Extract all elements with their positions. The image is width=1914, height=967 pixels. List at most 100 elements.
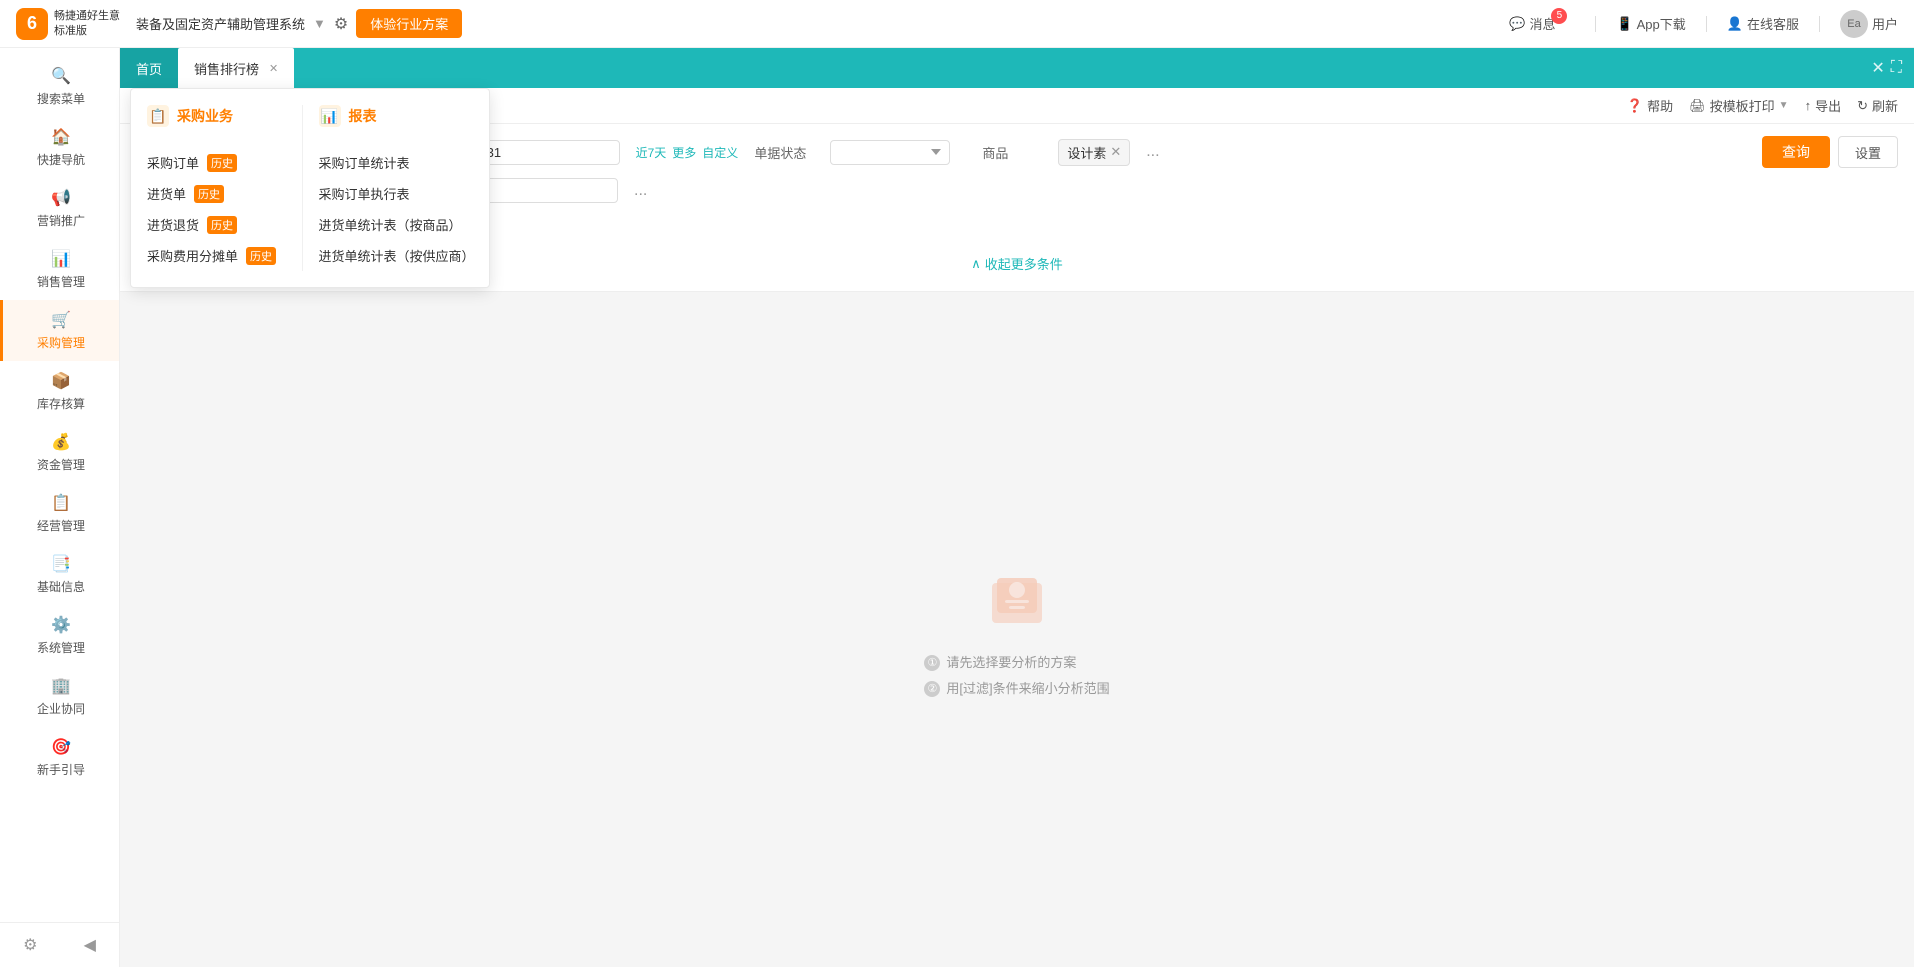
sidebar-label: 企业协同 <box>37 700 85 717</box>
sidebar-label: 搜索菜单 <box>37 90 85 107</box>
goods-tag-close[interactable]: ✕ <box>1110 144 1121 160</box>
dropdown-item-inbound-by-supplier[interactable]: 进货单统计表（按供应商） <box>319 240 474 271</box>
sidebar-item-inventory[interactable]: 📦 库存核算 <box>0 361 119 422</box>
goods-label: 商品 <box>982 143 1042 162</box>
logo-text: 畅捷通好生意 标准版 <box>54 9 120 38</box>
doc-status-select[interactable] <box>830 140 950 165</box>
sidebar-item-guide[interactable]: 🎯 新手引导 <box>0 727 119 788</box>
industry-btn[interactable]: 体验行业方案 <box>356 9 462 38</box>
dropdown-item-po-summary[interactable]: 采购订单统计表 <box>319 147 474 178</box>
refresh-icon: ↻ <box>1857 98 1868 114</box>
salesperson-more-btn[interactable]: ... <box>634 182 647 200</box>
sidebar-bottom: ⚙ ◀ <box>0 922 119 967</box>
sales-icon: 📊 <box>51 249 71 269</box>
sidebar-item-system[interactable]: ⚙️ 系统管理 <box>0 605 119 666</box>
export-action[interactable]: ↑ 导出 <box>1805 96 1842 115</box>
separator3 <box>1819 16 1820 32</box>
tab-bar-actions: ✕ ⛶ <box>1871 58 1914 78</box>
print-dropdown-icon[interactable]: ▼ <box>1779 100 1789 111</box>
report-col-title: 📊 报表 <box>319 105 474 135</box>
empty-illustration <box>977 558 1057 638</box>
logo-area: 6 畅捷通好生意 标准版 <box>16 8 136 40</box>
query-btn[interactable]: 查询 <box>1762 136 1830 168</box>
report-col: 📊 报表 采购订单统计表 采购订单执行表 进货单统计表（按商品） 进货单统计表（… <box>302 105 474 271</box>
query-actions: 查询 设置 <box>1762 136 1898 168</box>
phone-icon: 📱 <box>1616 16 1632 32</box>
tab-sales-rank[interactable]: 销售排行榜 ✕ <box>178 48 294 88</box>
help-action[interactable]: ❓ 帮助 <box>1627 96 1673 115</box>
app-download-action[interactable]: 📱 App下载 <box>1616 14 1685 33</box>
goods-more-btn[interactable]: ... <box>1146 143 1159 161</box>
avatar: Ea <box>1840 10 1868 38</box>
sidebar-label: 新手引导 <box>37 761 85 778</box>
system-name: 装备及固定资产辅助管理系统 <box>136 14 305 33</box>
sidebar-label: 营销推广 <box>37 212 85 229</box>
history-badge: 历史 <box>207 154 237 172</box>
user-action[interactable]: Ea 用户 <box>1840 10 1898 38</box>
refresh-action[interactable]: ↻ 刷新 <box>1857 96 1898 115</box>
marketing-icon: 📢 <box>51 188 71 208</box>
date-quick-btns: 近7天 更多 自定义 <box>636 144 739 161</box>
tab-expand-icon[interactable]: ⛶ <box>1891 59 1902 77</box>
quick-7days-btn[interactable]: 近7天 <box>636 144 667 161</box>
sales-rank-tab-label: 销售排行榜 <box>194 59 259 78</box>
tip-num-1: ① <box>924 655 940 671</box>
online-service-action[interactable]: 👤 在线客服 <box>1727 14 1799 33</box>
sidebar-item-enterprise[interactable]: 🏢 企业协同 <box>0 666 119 727</box>
dropdown-item-purchase-order[interactable]: 采购订单 历史 <box>147 147 302 178</box>
settings-icon[interactable]: ⚙ <box>334 14 348 34</box>
search-icon: 🔍 <box>51 66 71 86</box>
basic-info-icon: 📑 <box>51 554 71 574</box>
system-icon: ⚙️ <box>51 615 71 635</box>
print-action[interactable]: 🖨 按模板打印 ▼ <box>1689 96 1788 115</box>
sidebar-label: 经营管理 <box>37 517 85 534</box>
set-btn[interactable]: 设置 <box>1838 136 1898 168</box>
dropdown-item-po-execution[interactable]: 采购订单执行表 <box>319 178 474 209</box>
enterprise-icon: 🏢 <box>51 676 71 696</box>
tab-home[interactable]: 首页 <box>120 48 178 88</box>
separator2 <box>1706 16 1707 32</box>
history-badge: 历史 <box>194 185 224 203</box>
tab-close-icon[interactable]: ✕ <box>269 62 278 75</box>
purchase-col-title: 📋 采购业务 <box>147 105 302 135</box>
dropdown-item-inbound-by-goods[interactable]: 进货单统计表（按商品） <box>319 209 474 240</box>
quick-custom-btn[interactable]: 自定义 <box>702 144 738 161</box>
purchase-col-title-icon: 📋 <box>147 105 169 127</box>
logo-icon: 6 <box>16 8 48 40</box>
sidebar-item-sales[interactable]: 📊 销售管理 <box>0 239 119 300</box>
collapse-arrow-icon: ∧ <box>971 256 981 272</box>
app-container: 6 畅捷通好生意 标准版 装备及固定资产辅助管理系统 ▼ ⚙ 体验行业方案 💬 … <box>0 0 1914 967</box>
purchase-col: 📋 采购业务 采购订单 历史 进货单 历史 进货退货 历史 采购费用分摊单 历史 <box>147 105 302 271</box>
export-icon: ↑ <box>1805 98 1812 113</box>
report-col-title-icon: 📊 <box>319 105 341 127</box>
history-badge: 历史 <box>246 247 276 265</box>
doc-status-label: 单据状态 <box>754 143 814 162</box>
sidebar-item-marketing[interactable]: 📢 营销推广 <box>0 178 119 239</box>
sidebar-settings-btn[interactable]: ⚙ <box>23 935 37 955</box>
purchase-icon: 🛒 <box>51 310 71 330</box>
sidebar-item-search[interactable]: 🔍 搜索菜单 <box>0 56 119 117</box>
collapse-btn[interactable]: ∧ 收起更多条件 <box>971 254 1063 273</box>
print-icon: 🖨 <box>1689 98 1706 114</box>
tip-row-2: ② 用[过滤]条件来缩小分析范围 <box>924 676 1109 702</box>
sidebar-item-quick-nav[interactable]: 🏠 快捷导航 <box>0 117 119 178</box>
tab-close-all-icon[interactable]: ✕ <box>1871 58 1884 78</box>
sidebar-item-operations[interactable]: 📋 经营管理 <box>0 483 119 544</box>
message-action[interactable]: 💬 消息 5 <box>1509 14 1575 33</box>
dropdown-item-return[interactable]: 进货退货 历史 <box>147 209 302 240</box>
sidebar-label: 采购管理 <box>37 334 85 351</box>
dropdown-arrow-icon[interactable]: ▼ <box>313 16 326 31</box>
sidebar-item-basic-info[interactable]: 📑 基础信息 <box>0 544 119 605</box>
empty-state: ① 请先选择要分析的方案 ② 用[过滤]条件来缩小分析范围 <box>120 292 1914 967</box>
sidebar-item-finance[interactable]: 💰 资金管理 <box>0 422 119 483</box>
message-icon: 💬 <box>1509 16 1525 32</box>
quick-more-btn[interactable]: 更多 <box>672 144 696 161</box>
dropdown-item-inbound[interactable]: 进货单 历史 <box>147 178 302 209</box>
sidebar-collapse-btn[interactable]: ◀ <box>84 935 96 955</box>
sidebar-label: 快捷导航 <box>37 151 85 168</box>
sidebar: 🔍 搜索菜单 🏠 快捷导航 📢 营销推广 📊 销售管理 🛒 采购管理 📦 <box>0 48 120 967</box>
sidebar-item-purchase[interactable]: 🛒 采购管理 <box>0 300 119 361</box>
dropdown-item-expense[interactable]: 采购费用分摊单 历史 <box>147 240 302 271</box>
history-badge: 历史 <box>207 216 237 234</box>
system-area: 装备及固定资产辅助管理系统 ▼ ⚙ 体验行业方案 <box>136 9 1509 38</box>
